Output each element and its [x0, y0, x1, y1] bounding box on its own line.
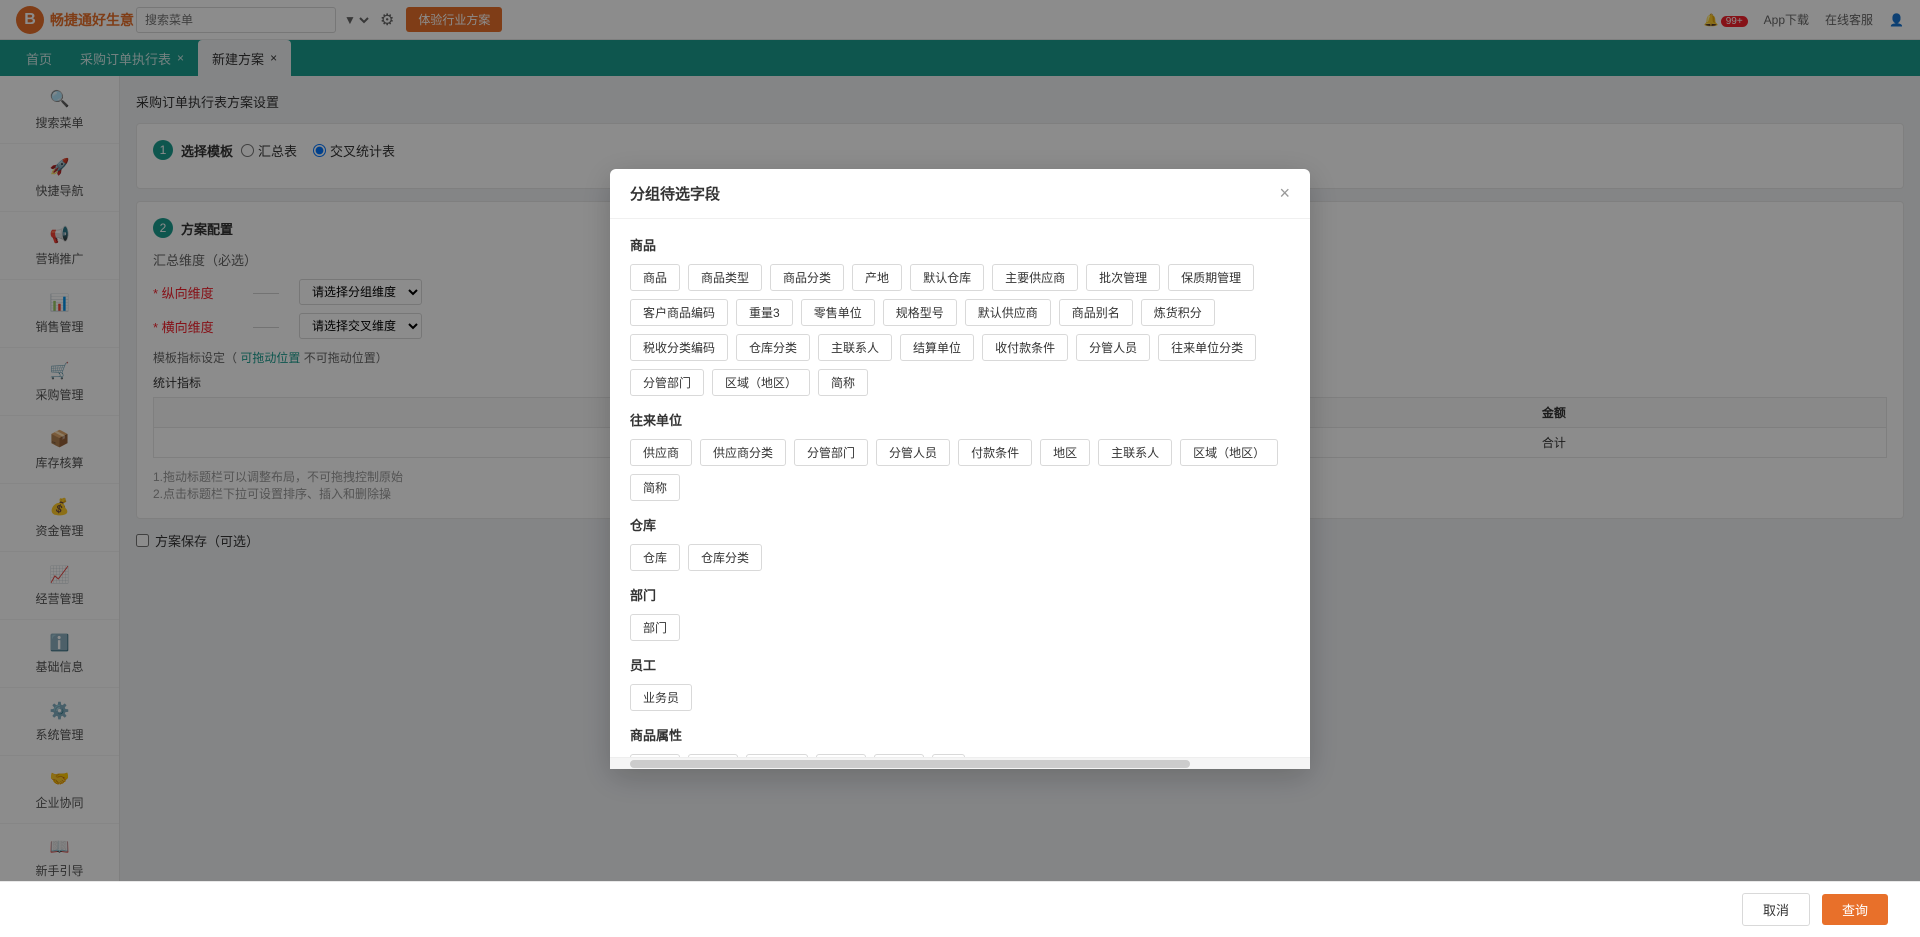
field-chip-0-9[interactable]: 重量3 — [736, 299, 793, 326]
field-chip-2-0[interactable]: 仓库 — [630, 544, 680, 571]
field-section-2: 仓库 — [630, 515, 1290, 534]
field-chips-2: 仓库仓库分类 — [630, 544, 1290, 571]
field-chip-0-23[interactable]: 区域（地区） — [712, 369, 810, 396]
modal-title: 分组待选字段 — [630, 183, 720, 204]
field-chip-1-0[interactable]: 供应商 — [630, 439, 692, 466]
modal-body: 商品商品商品类型商品分类产地默认仓库主要供应商批次管理保质期管理客户商品编码重量… — [610, 219, 1310, 757]
field-chip-1-4[interactable]: 付款条件 — [958, 439, 1032, 466]
field-chip-0-15[interactable]: 税收分类编码 — [630, 334, 728, 361]
field-chip-0-4[interactable]: 默认仓库 — [910, 264, 984, 291]
field-chip-0-2[interactable]: 商品分类 — [770, 264, 844, 291]
field-chip-1-2[interactable]: 分管部门 — [794, 439, 868, 466]
field-chip-0-8[interactable]: 客户商品编码 — [630, 299, 728, 326]
field-chip-1-1[interactable]: 供应商分类 — [700, 439, 786, 466]
field-chip-0-17[interactable]: 主联系人 — [818, 334, 892, 361]
field-chip-0-11[interactable]: 规格型号 — [883, 299, 957, 326]
field-chip-1-5[interactable]: 地区 — [1040, 439, 1090, 466]
field-section-4: 员工 — [630, 655, 1290, 674]
field-chip-0-21[interactable]: 往来单位分类 — [1158, 334, 1256, 361]
field-chips-1: 供应商供应商分类分管部门分管人员付款条件地区主联系人区域（地区） 简称 — [630, 439, 1290, 501]
field-chip-1-7[interactable]: 区域（地区） — [1180, 439, 1278, 466]
modal-overlay: 分组待选字段 × 商品商品商品类型商品分类产地默认仓库主要供应商批次管理保质期管… — [0, 0, 1920, 937]
field-chip-0-16[interactable]: 仓库分类 — [736, 334, 810, 361]
field-section-3: 部门 — [630, 585, 1290, 604]
cancel-button[interactable]: 取消 — [1742, 893, 1810, 926]
field-chip-0-0[interactable]: 商品 — [630, 264, 680, 291]
field-chip-0-3[interactable]: 产地 — [852, 264, 902, 291]
field-chip-0-1[interactable]: 商品类型 — [688, 264, 762, 291]
field-chip-4-0[interactable]: 业务员 — [630, 684, 692, 711]
field-chip-0-24[interactable]: 简称 — [818, 369, 868, 396]
field-chip-0-7[interactable]: 保质期管理 — [1168, 264, 1254, 291]
field-chip-0-5[interactable]: 主要供应商 — [992, 264, 1078, 291]
field-chip-1-6[interactable]: 主联系人 — [1098, 439, 1172, 466]
field-chips-4: 业务员 — [630, 684, 1290, 711]
field-chip-2-1[interactable]: 仓库分类 — [688, 544, 762, 571]
field-chip-0-14[interactable]: 炼货积分 — [1141, 299, 1215, 326]
field-section-1: 往来单位 — [630, 410, 1290, 429]
field-chip-0-12[interactable]: 默认供应商 — [965, 299, 1051, 326]
field-chip-0-6[interactable]: 批次管理 — [1086, 264, 1160, 291]
modal-close-btn[interactable]: × — [1279, 184, 1290, 202]
field-chip-1-8[interactable]: 简称 — [630, 474, 680, 501]
field-chip-0-18[interactable]: 结算单位 — [900, 334, 974, 361]
field-chip-1-3[interactable]: 分管人员 — [876, 439, 950, 466]
field-chip-0-22[interactable]: 分管部门 — [630, 369, 704, 396]
modal-header: 分组待选字段 × — [610, 169, 1310, 219]
modal-footer: 取消 查询 — [0, 881, 1920, 937]
field-select-modal: 分组待选字段 × 商品商品商品类型商品分类产地默认仓库主要供应商批次管理保质期管… — [610, 169, 1310, 769]
field-chips-0: 商品商品类型商品分类产地默认仓库主要供应商批次管理保质期管理客户商品编码重量3 零… — [630, 264, 1290, 396]
field-chip-0-13[interactable]: 商品别名 — [1059, 299, 1133, 326]
confirm-button[interactable]: 查询 — [1822, 894, 1888, 925]
field-section-5: 商品属性 — [630, 725, 1290, 744]
field-section-0: 商品 — [630, 235, 1290, 254]
field-chip-0-19[interactable]: 收付款条件 — [982, 334, 1068, 361]
horizontal-scrollbar — [610, 757, 1310, 769]
field-chip-0-20[interactable]: 分管人员 — [1076, 334, 1150, 361]
field-chip-3-0[interactable]: 部门 — [630, 614, 680, 641]
field-chip-0-10[interactable]: 零售单位 — [801, 299, 875, 326]
horizontal-scroll-thumb — [630, 760, 1190, 768]
field-chips-3: 部门 — [630, 614, 1290, 641]
